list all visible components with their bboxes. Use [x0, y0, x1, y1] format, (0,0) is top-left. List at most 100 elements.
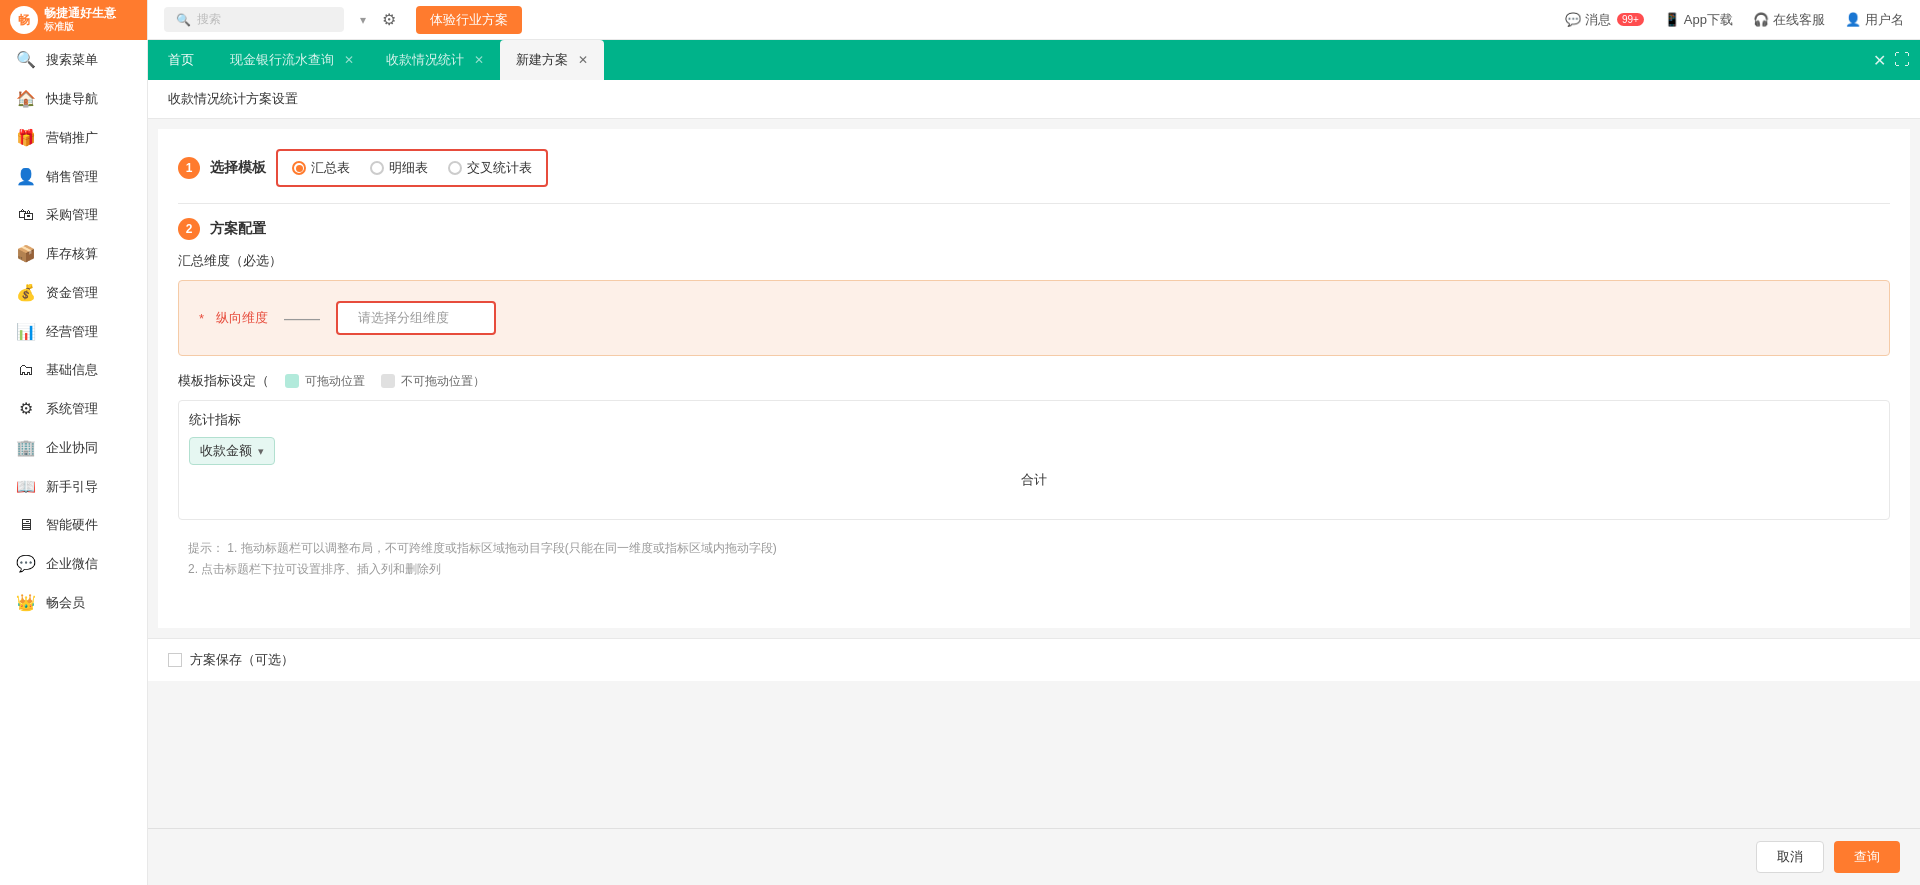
sidebar-item-finance[interactable]: 💰 资金管理: [0, 273, 147, 312]
bag-icon: 🛍: [16, 206, 36, 224]
top-header: 🔍 搜索 ▾ ⚙ 体验行业方案 💬 消息 99+ 📱 App下载 🎧 在线客服 …: [148, 0, 1920, 40]
download-item[interactable]: 📱 App下载: [1664, 11, 1733, 29]
radio-crosstab[interactable]: 交叉统计表: [448, 159, 532, 177]
sidebar-item-inventory[interactable]: 📦 库存核算: [0, 234, 147, 273]
monitor-icon: 🖥: [16, 516, 36, 534]
close-new-plan-icon[interactable]: ✕: [578, 53, 588, 67]
sidebar-item-base-info[interactable]: 🗂 基础信息: [0, 351, 147, 389]
tab-receipt-stat[interactable]: 收款情况统计 ✕: [370, 40, 500, 80]
box-icon: 📦: [16, 244, 36, 263]
sidebar-item-hardware[interactable]: 🖥 智能硬件: [0, 506, 147, 544]
sidebar-item-search-menu[interactable]: 🔍 搜索菜单: [0, 40, 147, 79]
dimension-row: * 纵向维度 —— 请选择分组维度: [199, 301, 1869, 335]
metrics-tag-amount[interactable]: 收款金额 ▾: [189, 437, 275, 465]
query-button[interactable]: 查询: [1834, 841, 1900, 873]
notification-badge: 99+: [1617, 13, 1644, 26]
cancel-button[interactable]: 取消: [1756, 841, 1824, 873]
sidebar-item-operations[interactable]: 📊 经营管理: [0, 312, 147, 351]
page-title-bar: 收款情况统计方案设置: [148, 80, 1920, 119]
enterprise-icon: 🏢: [16, 438, 36, 457]
radio-summary-circle: [292, 161, 306, 175]
undraggable-legend-box: [381, 374, 395, 388]
divider1: [178, 203, 1890, 204]
tab-bar-controls: ✕ ⛶: [1873, 51, 1920, 70]
notification-item[interactable]: 💬 消息 99+: [1565, 11, 1644, 29]
book-icon: 📖: [16, 477, 36, 496]
logo-icon: 畅: [10, 6, 38, 34]
money-icon: 💰: [16, 283, 36, 302]
chart-icon: 📊: [16, 322, 36, 341]
dropdown-arrow-icon[interactable]: ▾: [360, 13, 366, 27]
tab-close-window-icon[interactable]: ✕: [1873, 51, 1886, 70]
mobile-icon: 📱: [1664, 12, 1680, 27]
sidebar-item-quick-nav[interactable]: 🏠 快捷导航: [0, 79, 147, 118]
sidebar-item-guide[interactable]: 📖 新手引导: [0, 467, 147, 506]
dimension-select[interactable]: 请选择分组维度: [336, 301, 496, 335]
settings-icon[interactable]: ⚙: [382, 10, 396, 29]
content-area: 收款情况统计方案设置 1 选择模板 汇总表 明细表: [148, 80, 1920, 828]
dimension-label: 汇总维度（必选）: [178, 252, 1890, 270]
industry-btn[interactable]: 体验行业方案: [416, 6, 522, 34]
step1-header: 1 选择模板 汇总表 明细表 交叉统计表: [178, 149, 1890, 187]
sidebar-item-wechat[interactable]: 💬 企业微信: [0, 544, 147, 583]
radio-summary[interactable]: 汇总表: [292, 159, 350, 177]
page-title: 收款情况统计方案设置: [168, 91, 298, 106]
step2-header: 2 方案配置: [178, 218, 1890, 240]
tab-maximize-icon[interactable]: ⛶: [1894, 51, 1910, 69]
search-menu-icon: 🔍: [16, 50, 36, 69]
save-section: 方案保存（可选）: [148, 638, 1920, 681]
metrics-label: 模板指标设定（ 可拖动位置 不可拖动位置）: [178, 372, 1890, 390]
metrics-table-title: 统计指标: [189, 411, 1879, 429]
dimension-area: * 纵向维度 —— 请选择分组维度: [178, 280, 1890, 356]
row-dimension-label: 纵向维度: [216, 309, 268, 327]
tab-new-plan[interactable]: 新建方案 ✕: [500, 40, 604, 80]
sidebar-item-sales[interactable]: 👤 销售管理: [0, 157, 147, 196]
gift-icon: 🎁: [16, 128, 36, 147]
support-item[interactable]: 🎧 在线客服: [1753, 11, 1825, 29]
notification-icon: 💬: [1565, 12, 1581, 27]
tips-area: 提示： 1. 拖动标题栏可以调整布局，不可跨维度或指标区域拖动目字段(只能在同一…: [178, 530, 1890, 592]
sidebar: 畅 畅捷通好生意 标准版 🔍 搜索菜单 🏠 快捷导航 🎁 营销推广 👤 销售管理…: [0, 0, 148, 885]
tag-dropdown-icon: ▾: [258, 445, 264, 458]
close-receipt-stat-icon[interactable]: ✕: [474, 53, 484, 67]
step1-title: 选择模板: [210, 159, 266, 177]
folder-icon: 🗂: [16, 361, 36, 379]
save-label: 方案保存（可选）: [190, 651, 294, 669]
metrics-table-area: 统计指标 收款金额 ▾ 合计: [178, 400, 1890, 520]
home-icon: 🏠: [16, 89, 36, 108]
template-radio-group: 汇总表 明细表 交叉统计表: [276, 149, 548, 187]
radio-detail-circle: [370, 161, 384, 175]
sidebar-logo: 畅 畅捷通好生意 标准版: [0, 0, 147, 40]
sidebar-item-member[interactable]: 👑 畅会员: [0, 583, 147, 622]
arrow-icon: ——: [284, 308, 320, 329]
form-container: 1 选择模板 汇总表 明细表 交叉统计表: [158, 129, 1910, 628]
header-right: 💬 消息 99+ 📱 App下载 🎧 在线客服 👤 用户名: [1565, 11, 1904, 29]
sidebar-item-purchase[interactable]: 🛍 采购管理: [0, 196, 147, 234]
step1-section: 1 选择模板 汇总表 明细表 交叉统计表: [178, 149, 1890, 187]
gear-icon: ⚙: [16, 399, 36, 418]
main-area: 🔍 搜索 ▾ ⚙ 体验行业方案 💬 消息 99+ 📱 App下载 🎧 在线客服 …: [148, 0, 1920, 885]
tab-bank-flow[interactable]: 现金银行流水查询 ✕: [214, 40, 370, 80]
sidebar-item-enterprise[interactable]: 🏢 企业协同: [0, 428, 147, 467]
search-box[interactable]: 🔍 搜索: [164, 7, 344, 32]
tip-line2: 2. 点击标题栏下拉可设置排序、插入列和删除列: [188, 561, 1880, 578]
radio-detail[interactable]: 明细表: [370, 159, 428, 177]
user-profile[interactable]: 👤 用户名: [1845, 11, 1904, 29]
search-icon: 🔍: [176, 13, 191, 27]
sidebar-item-marketing[interactable]: 🎁 营销推广: [0, 118, 147, 157]
sidebar-item-system[interactable]: ⚙ 系统管理: [0, 389, 147, 428]
headset-icon: 🎧: [1753, 12, 1769, 27]
crown-icon: 👑: [16, 593, 36, 612]
avatar-icon: 👤: [1845, 12, 1861, 27]
save-checkbox[interactable]: [168, 653, 182, 667]
step1-number: 1: [178, 157, 200, 179]
chat-icon: 💬: [16, 554, 36, 573]
tab-home[interactable]: 首页: [148, 40, 214, 80]
step2-title: 方案配置: [210, 220, 266, 238]
logo-text: 畅捷通好生意 标准版: [44, 6, 116, 34]
step2-section: 2 方案配置 汇总维度（必选） * 纵向维度 —— 请选择分组维度 模板指标设定…: [178, 218, 1890, 592]
legend-undraggable: 不可拖动位置）: [381, 373, 485, 390]
close-bank-flow-icon[interactable]: ✕: [344, 53, 354, 67]
draggable-legend-box: [285, 374, 299, 388]
tab-bar: 首页 现金银行流水查询 ✕ 收款情况统计 ✕ 新建方案 ✕ ✕ ⛶: [148, 40, 1920, 80]
